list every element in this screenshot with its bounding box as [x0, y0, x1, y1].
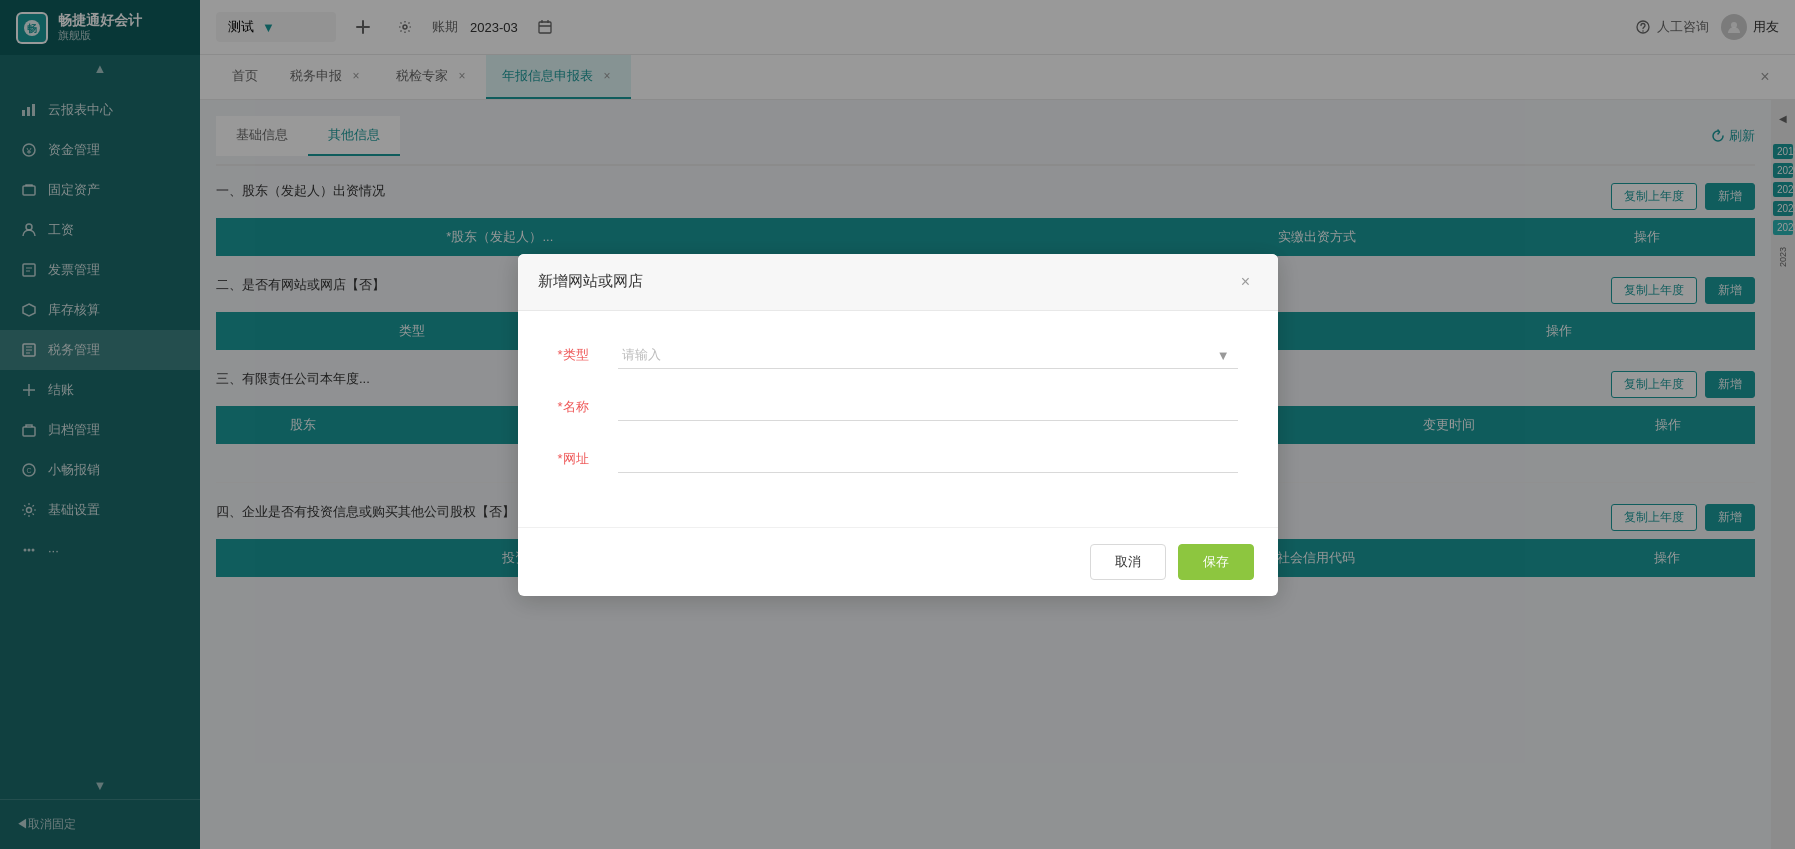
- form-row-name: *名称: [558, 393, 1238, 421]
- label-text: 名称: [563, 399, 589, 414]
- form-label-url: *网址: [558, 450, 618, 468]
- save-button[interactable]: 保存: [1178, 544, 1254, 580]
- dialog-body: *类型 ▼ *名称 *网址: [518, 311, 1278, 527]
- name-input-wrapper: [618, 393, 1238, 421]
- label-text: 网址: [563, 451, 589, 466]
- add-website-dialog: 新增网站或网店 × *类型 ▼ *名称: [518, 254, 1278, 596]
- label-text: 类型: [563, 347, 589, 362]
- cancel-button[interactable]: 取消: [1090, 544, 1166, 580]
- form-row-url: *网址: [558, 445, 1238, 473]
- form-label-name: *名称: [558, 398, 618, 416]
- url-input-wrapper: [618, 445, 1238, 473]
- dialog-header: 新增网站或网店 ×: [518, 254, 1278, 311]
- dialog-footer: 取消 保存: [518, 527, 1278, 596]
- url-input[interactable]: [618, 445, 1238, 473]
- name-input[interactable]: [618, 393, 1238, 421]
- form-label-type: *类型: [558, 346, 618, 364]
- dialog-overlay[interactable]: 新增网站或网店 × *类型 ▼ *名称: [0, 0, 1795, 849]
- dialog-close-btn[interactable]: ×: [1234, 270, 1258, 294]
- type-input[interactable]: [618, 341, 1238, 369]
- form-row-type: *类型 ▼: [558, 341, 1238, 369]
- type-input-wrapper: ▼: [618, 341, 1238, 369]
- dialog-title: 新增网站或网店: [538, 272, 643, 291]
